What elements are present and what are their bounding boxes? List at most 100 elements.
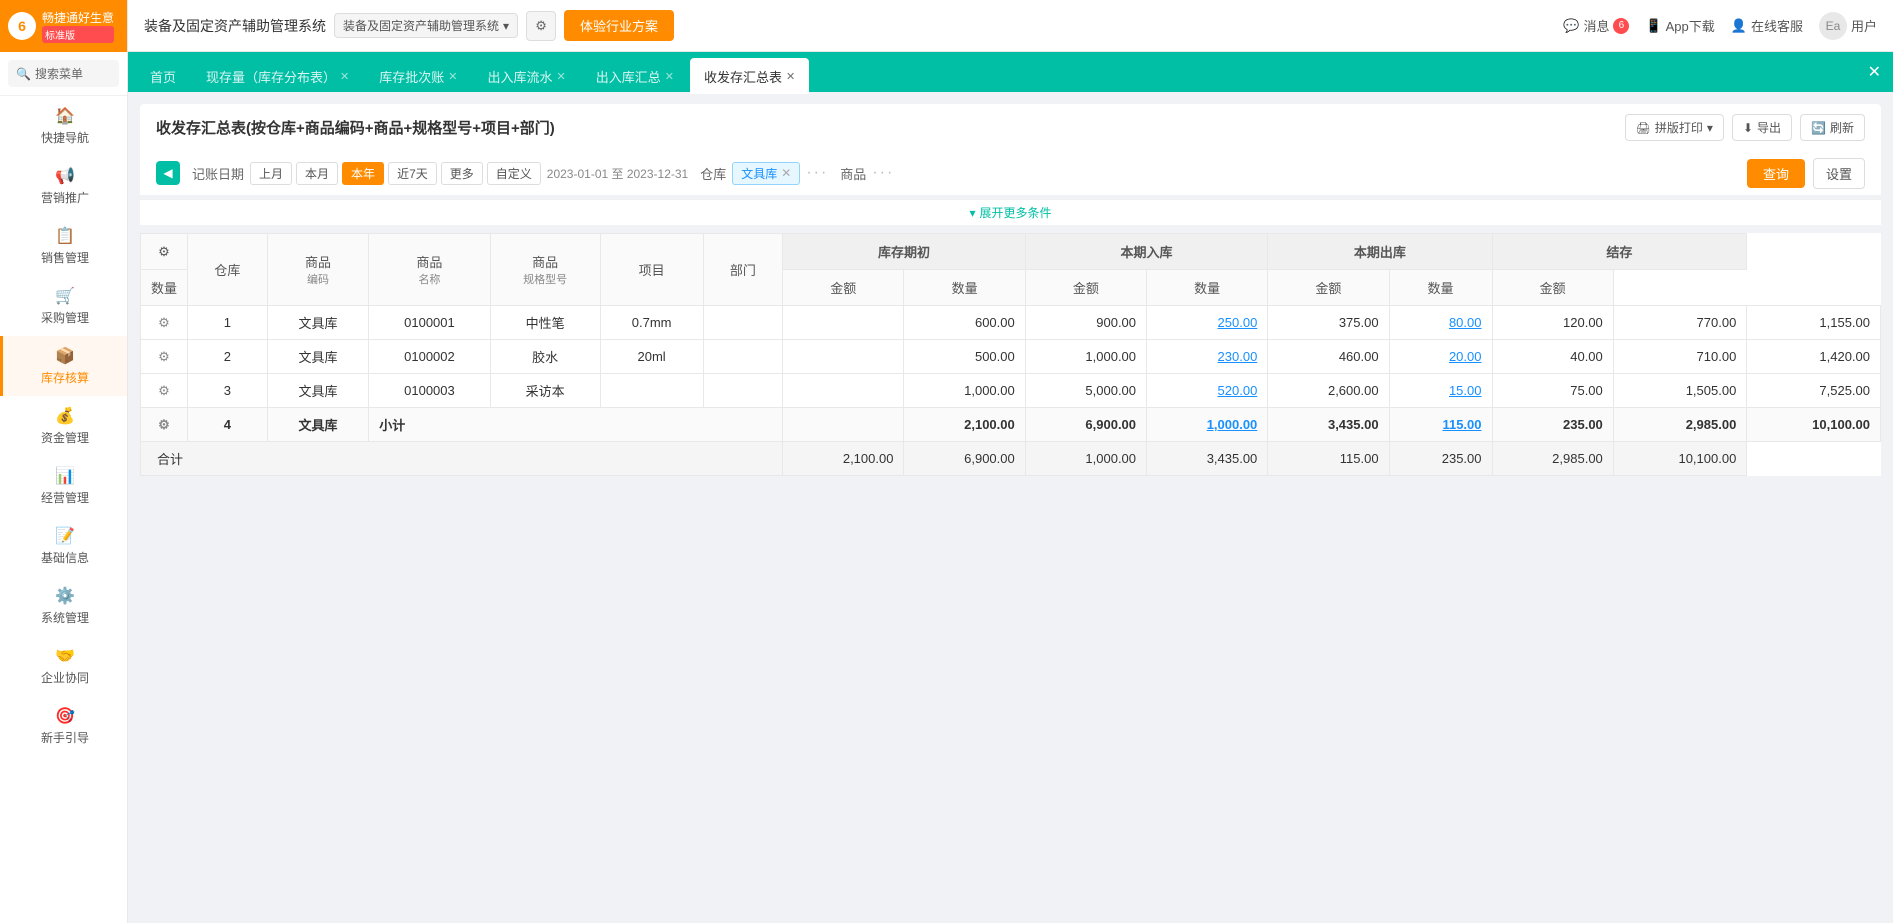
tab-close-inout-flow[interactable]: ✕ bbox=[557, 70, 566, 83]
goods-more[interactable]: ··· bbox=[872, 164, 894, 182]
th-project: 项目 bbox=[600, 234, 703, 306]
inventory-icon: 📦 bbox=[55, 346, 75, 366]
sales-icon: 📋 bbox=[55, 226, 75, 246]
sidebar-item-finance[interactable]: 💰 资金管理 bbox=[0, 396, 127, 456]
sidebar-item-sales[interactable]: 📋 销售管理 bbox=[0, 216, 127, 276]
row-in-qty[interactable]: 250.00 bbox=[1147, 306, 1268, 340]
sidebar-item-system[interactable]: ⚙️ 系统管理 bbox=[0, 576, 127, 636]
th-out-group: 本期出库 bbox=[1268, 234, 1492, 270]
subtotal-dept bbox=[783, 408, 904, 442]
main-table: ⚙ 仓库 商品编码 商品名称 商品规格型号 项目 部门 库存期初 本期入库 本期… bbox=[140, 233, 1881, 476]
finance-icon: 💰 bbox=[55, 406, 75, 426]
tab-inventory-dist[interactable]: 现存量（库存分布表） ✕ bbox=[192, 58, 363, 94]
system-select[interactable]: 装备及固定资产辅助管理系统 ▾ bbox=[334, 13, 518, 38]
warehouse-tag[interactable]: 文具库 ✕ bbox=[732, 162, 800, 185]
subtotal-label: 小计 bbox=[369, 408, 783, 442]
th-opening-group: 库存期初 bbox=[783, 234, 1026, 270]
tab-close-inventory-dist[interactable]: ✕ bbox=[340, 70, 349, 83]
date-btn-this-year[interactable]: 本年 bbox=[342, 162, 384, 185]
tab-inout-summary[interactable]: 出入库汇总 ✕ bbox=[582, 58, 688, 94]
close-all-tabs-button[interactable]: ✕ bbox=[1868, 62, 1881, 82]
row-in-qty[interactable]: 520.00 bbox=[1147, 374, 1268, 408]
date-btn-more[interactable]: 更多 bbox=[441, 162, 483, 185]
date-btn-7days[interactable]: 近7天 bbox=[388, 162, 437, 185]
sidebar-item-operation[interactable]: 📊 经营管理 bbox=[0, 456, 127, 516]
expand-bar[interactable]: ▾ 展开更多条件 bbox=[140, 199, 1881, 225]
sidebar-item-purchase[interactable]: 🛒 采购管理 bbox=[0, 276, 127, 336]
row-goods-spec: 20ml bbox=[600, 340, 703, 374]
search-menu-button[interactable]: 🔍 搜索菜单 bbox=[8, 60, 119, 87]
tab-home[interactable]: 首页 bbox=[136, 58, 190, 94]
export-icon: ⬇ bbox=[1743, 121, 1753, 135]
row-balance-amt: 1,155.00 bbox=[1747, 306, 1881, 340]
date-btn-custom[interactable]: 自定义 bbox=[487, 162, 541, 185]
date-btn-this-month[interactable]: 本月 bbox=[296, 162, 338, 185]
row-out-amt: 75.00 bbox=[1492, 374, 1613, 408]
topbar: 装备及固定资产辅助管理系统 装备及固定资产辅助管理系统 ▾ ⚙ 体验行业方案 💬… bbox=[128, 0, 1893, 52]
date-range: 2023-01-01 至 2023-12-31 bbox=[547, 165, 688, 182]
total-opening-amt: 6,900.00 bbox=[904, 442, 1025, 476]
row-department bbox=[783, 374, 904, 408]
tab-close-inout-summary[interactable]: ✕ bbox=[665, 70, 674, 83]
filter-collapse-button[interactable]: ◀ bbox=[156, 161, 180, 185]
page-title: 收发存汇总表(按仓库+商品编码+商品+规格型号+项目+部门) bbox=[156, 117, 555, 138]
tab-batch[interactable]: 库存批次账 ✕ bbox=[365, 58, 471, 94]
tab-close-receipt-summary[interactable]: ✕ bbox=[786, 70, 795, 83]
query-button[interactable]: 查询 bbox=[1747, 159, 1805, 188]
warehouse-tag-close[interactable]: ✕ bbox=[781, 166, 791, 180]
table-row: ⚙ 2 文具库 0100002 胶水 20ml 500.00 1,000.00 … bbox=[141, 340, 1881, 374]
sidebar-item-quick[interactable]: 🏠 快捷导航 bbox=[0, 96, 127, 156]
row-settings[interactable]: ⚙ bbox=[141, 374, 188, 408]
sidebar-item-inventory[interactable]: 📦 库存核算 bbox=[0, 336, 127, 396]
subtotal-settings[interactable]: ⚙ bbox=[141, 408, 188, 442]
tab-inout-flow[interactable]: 出入库流水 ✕ bbox=[473, 58, 579, 94]
message-badge: 6 bbox=[1613, 18, 1629, 34]
table-row: ⚙ 1 文具库 0100001 中性笔 0.7mm 600.00 900.00 … bbox=[141, 306, 1881, 340]
content-area: 收发存汇总表(按仓库+商品编码+商品+规格型号+项目+部门) 🖨 拼版打印 ▾ … bbox=[128, 92, 1893, 923]
date-btn-prev-month[interactable]: 上月 bbox=[250, 162, 292, 185]
gear-settings-button[interactable]: ⚙ bbox=[526, 11, 556, 41]
tab-close-batch[interactable]: ✕ bbox=[448, 70, 457, 83]
filter-actions: 查询 设置 bbox=[1747, 158, 1865, 189]
total-in-qty: 1,000.00 bbox=[1025, 442, 1146, 476]
print-button[interactable]: 🖨 拼版打印 ▾ bbox=[1625, 114, 1724, 141]
print-icon: 🖨 bbox=[1636, 121, 1651, 135]
row-settings[interactable]: ⚙ bbox=[141, 340, 188, 374]
subtotal-no: 4 bbox=[188, 408, 268, 442]
sidebar-item-corp[interactable]: 🤝 企业协同 bbox=[0, 636, 127, 696]
system-title: 装备及固定资产辅助管理系统 bbox=[144, 16, 326, 36]
user-item[interactable]: Ea 用户 bbox=[1819, 12, 1877, 40]
tab-receipt-summary[interactable]: 收发存汇总表 ✕ bbox=[690, 58, 809, 94]
export-button[interactable]: ⬇ 导出 bbox=[1732, 114, 1792, 141]
row-out-qty[interactable]: 15.00 bbox=[1389, 374, 1492, 408]
row-out-qty[interactable]: 80.00 bbox=[1389, 306, 1492, 340]
quick-icon: 🏠 bbox=[55, 106, 75, 126]
total-row: 合计 2,100.00 6,900.00 1,000.00 3,435.00 1… bbox=[141, 442, 1881, 476]
total-balance-amt: 10,100.00 bbox=[1613, 442, 1747, 476]
filter-setting-button[interactable]: 设置 bbox=[1813, 158, 1865, 189]
subtotal-warehouse: 文具库 bbox=[267, 408, 369, 442]
warehouse-more[interactable]: ··· bbox=[806, 164, 828, 182]
refresh-button[interactable]: 🔄 刷新 bbox=[1800, 114, 1865, 141]
subtotal-out-qty[interactable]: 115.00 bbox=[1389, 408, 1492, 442]
th-goods-name: 商品名称 bbox=[369, 234, 490, 306]
row-in-qty[interactable]: 230.00 bbox=[1147, 340, 1268, 374]
message-item[interactable]: 💬 消息 6 bbox=[1563, 16, 1629, 35]
row-out-qty[interactable]: 20.00 bbox=[1389, 340, 1492, 374]
row-department bbox=[783, 340, 904, 374]
subtotal-in-qty[interactable]: 1,000.00 bbox=[1147, 408, 1268, 442]
sidebar-item-newbie[interactable]: 🎯 新手引导 bbox=[0, 696, 127, 756]
online-service-item[interactable]: 👤 在线客服 bbox=[1731, 16, 1803, 35]
row-settings[interactable]: ⚙ bbox=[141, 306, 188, 340]
row-out-amt: 120.00 bbox=[1492, 306, 1613, 340]
sidebar-item-marketing[interactable]: 📢 营销推广 bbox=[0, 156, 127, 216]
marketing-icon: 📢 bbox=[55, 166, 75, 186]
sidebar-item-basic[interactable]: 📝 基础信息 bbox=[0, 516, 127, 576]
row-goods-spec: 0.7mm bbox=[600, 306, 703, 340]
newbie-icon: 🎯 bbox=[55, 706, 75, 726]
th-balance-group: 结存 bbox=[1492, 234, 1747, 270]
experience-btn[interactable]: 体验行业方案 bbox=[564, 10, 674, 41]
expand-icon: ▾ bbox=[969, 206, 975, 220]
app-download-item[interactable]: 📱 App下载 bbox=[1645, 16, 1714, 35]
row-department bbox=[783, 306, 904, 340]
